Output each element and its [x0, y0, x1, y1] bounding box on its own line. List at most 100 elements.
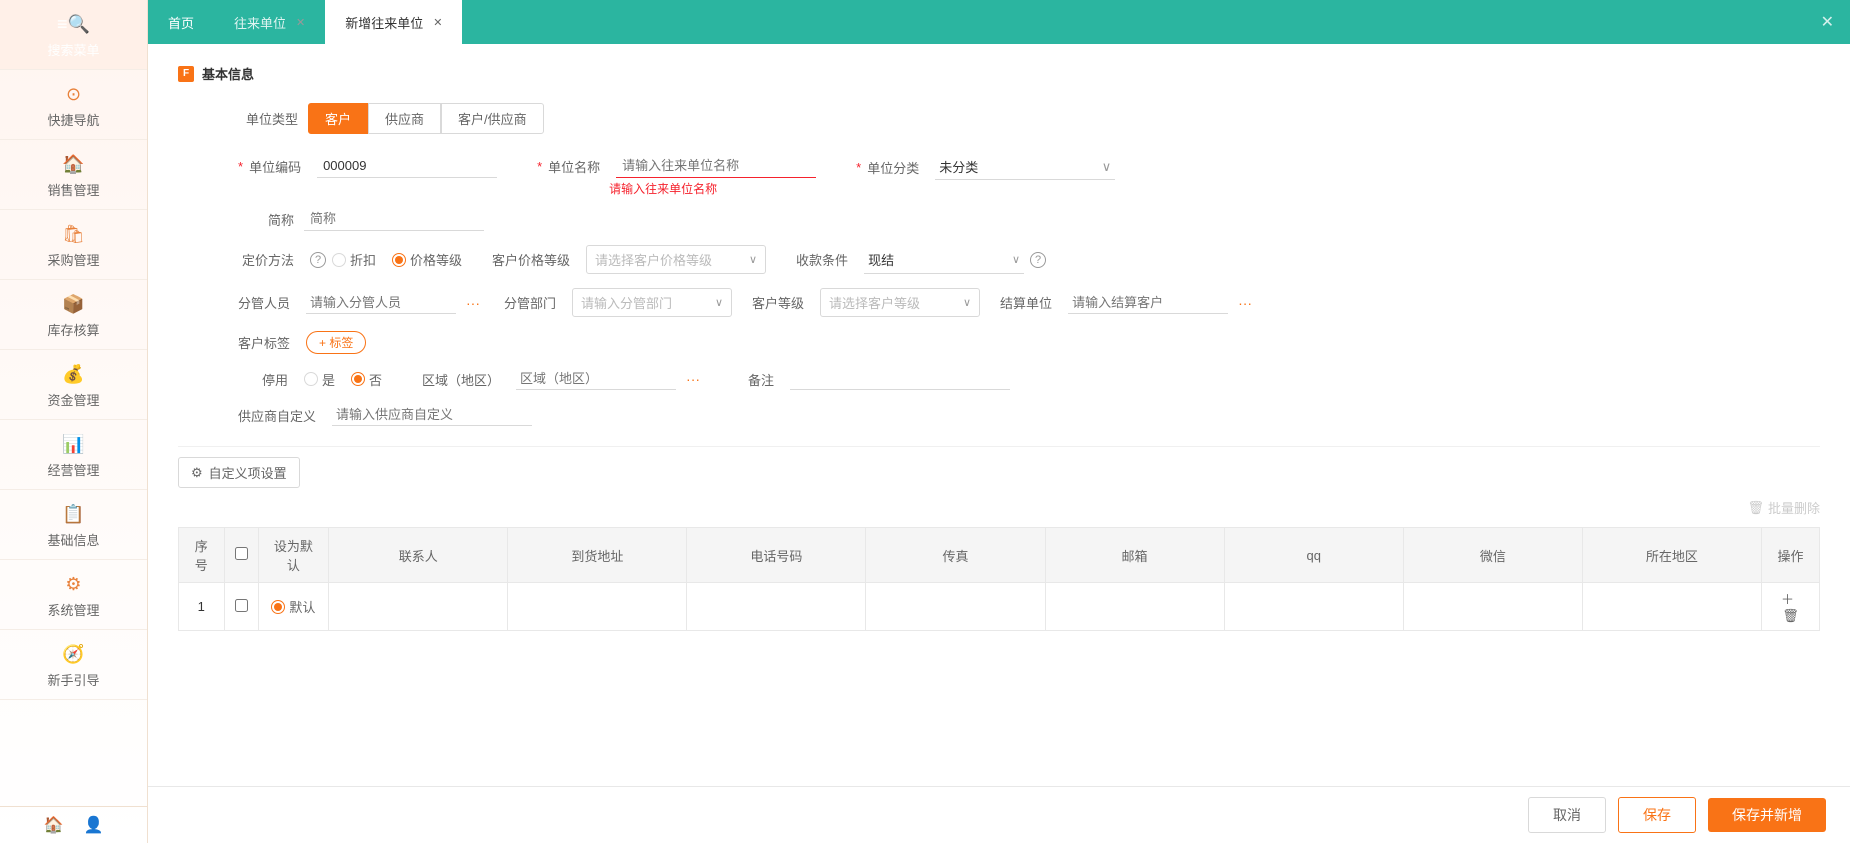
select-all-checkbox[interactable] — [235, 547, 248, 560]
custom-settings-button[interactable]: ⚙ 自定义项设置 — [178, 457, 300, 488]
row-contact[interactable] — [329, 583, 508, 631]
pricing-help-icon[interactable]: ? — [310, 252, 326, 268]
tab-partners[interactable]: 往来单位 ✕ — [214, 0, 325, 44]
col-checkbox[interactable] — [224, 528, 258, 583]
unit-category-value: 未分类 — [939, 157, 978, 176]
tab-new-partner-close[interactable]: ✕ — [433, 16, 442, 29]
sidebar-item-base[interactable]: 📋 基础信息 — [0, 490, 147, 560]
row-phone[interactable] — [687, 583, 866, 631]
address-input[interactable] — [518, 599, 676, 614]
row-qq[interactable] — [1224, 583, 1403, 631]
unit-name-field: * 单位名称 请输入往来单位名称 — [537, 154, 816, 197]
sidebar-item-guide[interactable]: 🧭 新手引导 — [0, 630, 147, 700]
row-actions[interactable]: ＋ 🗑 — [1761, 583, 1819, 631]
email-input[interactable] — [1056, 599, 1214, 614]
unit-category-required: * — [856, 160, 861, 175]
manager-ellipsis[interactable]: ··· — [462, 295, 484, 311]
close-all-tabs[interactable]: ✕ — [1805, 12, 1850, 32]
search-icon: ≡🔍 — [57, 14, 90, 35]
table-row: 1 默认 — [179, 583, 1820, 631]
table-header: 序号 设为默认 联系人 到货地址 电话号码 传真 邮箱 qq 微信 所在地区 操… — [179, 528, 1820, 583]
qq-input[interactable] — [1235, 599, 1393, 614]
settlement-input[interactable] — [1068, 292, 1252, 313]
row-seq: 1 — [179, 583, 225, 631]
disabled-row: 停用 是 否 区域（地区） — [238, 368, 1820, 390]
disabled-no-radio[interactable]: 否 — [351, 370, 382, 389]
table-body: 1 默认 — [179, 583, 1820, 631]
sidebar-item-system[interactable]: ⚙ 系统管理 — [0, 560, 147, 630]
price-level-label: 客户价格等级 — [492, 250, 580, 269]
sidebar: ≡🔍 搜索菜单 ⊙ 快捷导航 🏠 销售管理 🛍 采购管理 📦 库存核算 💰 资金… — [0, 0, 148, 843]
batch-delete-label[interactable]: 批量删除 — [1768, 498, 1820, 517]
row-fax[interactable] — [866, 583, 1045, 631]
tab-home[interactable]: 首页 — [148, 0, 214, 44]
row-wechat[interactable] — [1403, 583, 1582, 631]
sidebar-item-finance[interactable]: 💰 资金管理 — [0, 350, 147, 420]
row-checkbox[interactable] — [224, 583, 258, 631]
payment-label: 收款条件 — [796, 250, 858, 269]
row-region[interactable] — [1582, 583, 1761, 631]
save-button[interactable]: 保存 — [1618, 797, 1696, 833]
batch-delete-area: 🗑 批量删除 — [178, 498, 1820, 517]
unit-type-supplier[interactable]: 供应商 — [368, 103, 441, 134]
sidebar-item-purchase[interactable]: 🛍 采购管理 — [0, 210, 147, 280]
dept-chevron[interactable]: ∨ — [715, 296, 723, 309]
settings-gear-icon: ⚙ — [191, 465, 203, 481]
short-name-row: 简称 — [238, 207, 1820, 231]
inventory-icon: 📦 — [62, 294, 84, 315]
add-row-icon[interactable]: ＋ — [1781, 592, 1794, 607]
tab-new-partner[interactable]: 新增往来单位 ✕ — [325, 0, 462, 44]
row-email[interactable] — [1045, 583, 1224, 631]
default-radio[interactable]: 默认 — [269, 597, 319, 616]
region-label: 区域（地区） — [422, 370, 510, 389]
sidebar-item-ops[interactable]: 📊 经营管理 — [0, 420, 147, 490]
payment-chevron[interactable]: ∨ — [1012, 253, 1020, 266]
payment-help-icon[interactable]: ? — [1030, 252, 1046, 268]
region-row-input[interactable] — [1593, 599, 1751, 614]
fax-input[interactable] — [876, 599, 1034, 614]
sidebar-item-search[interactable]: ≡🔍 搜索菜单 — [0, 0, 147, 70]
pricing-level-radio[interactable]: 价格等级 — [392, 250, 462, 269]
settlement-ellipsis[interactable]: ··· — [1234, 295, 1256, 311]
unit-code-input[interactable] — [317, 154, 497, 178]
sidebar-item-quick-nav[interactable]: ⊙ 快捷导航 — [0, 70, 147, 140]
home-bottom-icon[interactable]: 🏠 — [44, 815, 64, 835]
contact-input[interactable] — [339, 599, 497, 614]
pricing-discount-radio[interactable]: 折扣 — [332, 250, 376, 269]
row-default[interactable]: 默认 — [258, 583, 329, 631]
col-address: 到货地址 — [508, 528, 687, 583]
disabled-yes-radio[interactable]: 是 — [304, 370, 335, 389]
section-icon: F — [178, 66, 194, 82]
cust-level-chevron[interactable]: ∨ — [963, 296, 971, 309]
unit-category-chevron[interactable]: ∨ — [1102, 159, 1112, 175]
settlement-label: 结算单位 — [1000, 293, 1062, 312]
region-input[interactable] — [516, 368, 700, 389]
base-icon: 📋 — [62, 504, 84, 525]
add-tag-button[interactable]: + 标签 — [306, 331, 366, 354]
contact-table: 序号 设为默认 联系人 到货地址 电话号码 传真 邮箱 qq 微信 所在地区 操… — [178, 527, 1820, 631]
price-level-chevron[interactable]: ∨ — [749, 253, 757, 266]
note-input[interactable] — [790, 368, 1010, 389]
unit-type-customer[interactable]: 客户 — [308, 103, 368, 134]
unit-type-both[interactable]: 客户/供应商 — [441, 103, 544, 134]
ops-icon: 📊 — [62, 434, 84, 455]
region-ellipsis[interactable]: ··· — [682, 371, 704, 387]
phone-input[interactable] — [697, 599, 855, 614]
col-phone: 电话号码 — [687, 528, 866, 583]
delete-row-icon[interactable]: 🗑 — [1782, 608, 1799, 623]
user-icon[interactable]: 👤 — [84, 815, 104, 835]
save-new-button[interactable]: 保存并新增 — [1708, 798, 1826, 832]
sidebar-item-inventory[interactable]: 📦 库存核算 — [0, 280, 147, 350]
wechat-input[interactable] — [1414, 599, 1572, 614]
row-checkbox-input[interactable] — [235, 599, 248, 612]
tab-partners-close[interactable]: ✕ — [296, 16, 305, 29]
unit-type-label: 单位类型 — [238, 109, 308, 128]
cancel-button[interactable]: 取消 — [1528, 797, 1606, 833]
row-address[interactable] — [508, 583, 687, 631]
supplier-custom-input[interactable] — [332, 404, 532, 425]
sidebar-item-sales[interactable]: 🏠 销售管理 — [0, 140, 147, 210]
unit-name-input[interactable] — [616, 154, 816, 178]
region-field: 区域（地区） ··· — [422, 368, 704, 390]
short-name-input[interactable] — [304, 207, 484, 231]
section-header: F 基本信息 — [178, 64, 1820, 83]
